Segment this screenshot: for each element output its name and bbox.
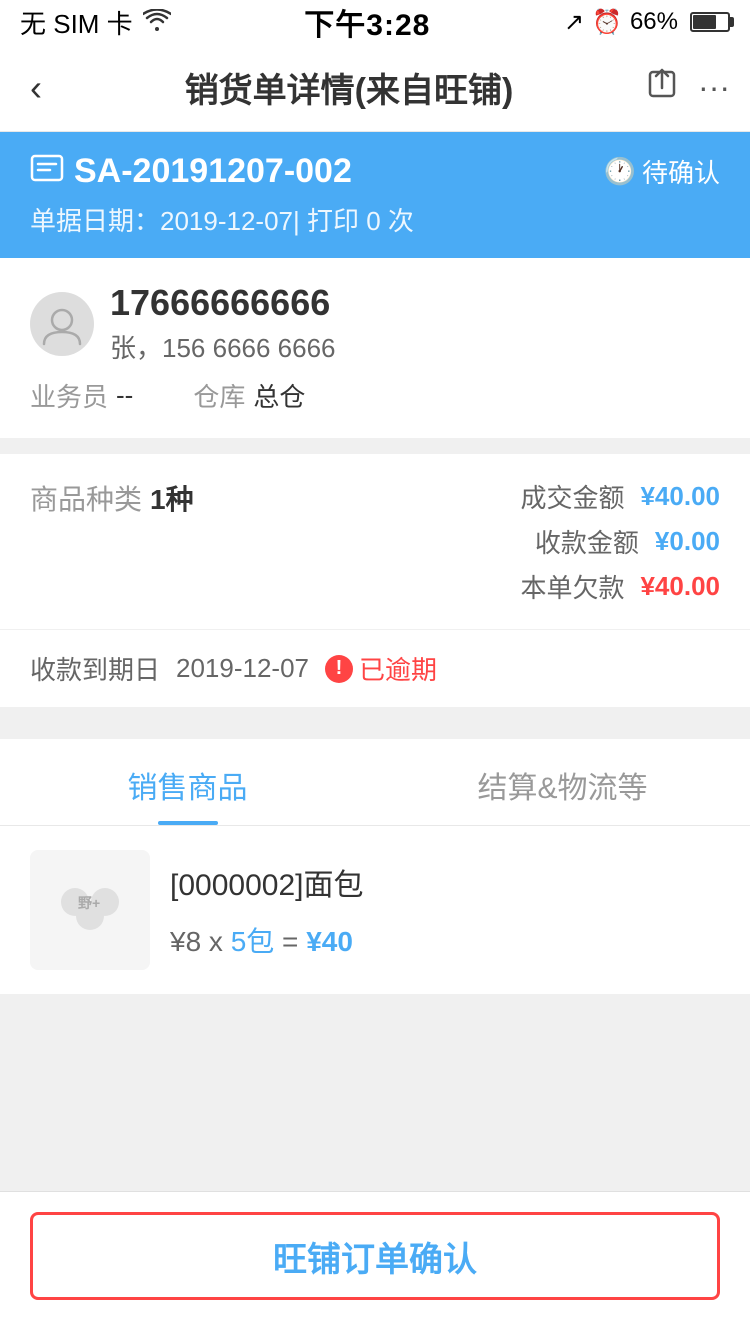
due-date-value: 2019-12-07	[176, 653, 309, 684]
customer-section: 17666666666 张，156 6666 6666 业务员 -- 仓库 总仓	[0, 258, 750, 438]
share-icon[interactable]	[646, 68, 678, 108]
back-button[interactable]: ‹	[20, 57, 52, 119]
overdue-text: 已逾期	[359, 650, 437, 687]
overdue-warning-icon: !	[325, 655, 353, 683]
battery-percent: 66%	[630, 8, 678, 36]
product-type: 商品种类 1种	[30, 478, 194, 518]
product-info: [0000002]面包 ¥8 x 5包 = ¥40	[170, 860, 720, 960]
order-status: 🕐 待确认	[604, 153, 720, 190]
tab-sales-products[interactable]: 销售商品	[0, 739, 375, 825]
divider-1	[0, 438, 750, 454]
bottom-spacer	[0, 994, 750, 1194]
price-per-unit: ¥8 x	[170, 926, 231, 957]
summary-section: 商品种类 1种 成交金额 ¥40.00 收款金额 ¥0.00 本单欠款 ¥40.…	[0, 454, 750, 629]
owed-amount-value: ¥40.00	[640, 571, 720, 602]
receive-amount-value: ¥0.00	[655, 526, 720, 557]
alarm-icon: ⏰	[592, 8, 622, 37]
order-id: SA-20191207-002	[30, 152, 352, 191]
order-date: 单据日期：2019-12-07| 打印 0 次	[30, 201, 720, 238]
divider-2	[0, 707, 750, 723]
overdue-badge: ! 已逾期	[325, 650, 437, 687]
amount-summary: 成交金额 ¥40.00 收款金额 ¥0.00 本单欠款 ¥40.00	[520, 478, 720, 605]
salesperson-label: 业务员	[30, 377, 108, 414]
due-date-section: 收款到期日 2019-12-07 ! 已逾期	[0, 629, 750, 707]
deal-amount-label: 成交金额	[520, 478, 624, 515]
wifi-icon	[143, 7, 171, 38]
salesperson-value: --	[116, 380, 133, 411]
product-thumbnail: 野+	[30, 850, 150, 970]
confirm-order-button[interactable]: 旺铺订单确认	[30, 1212, 720, 1300]
warehouse-label: 仓库	[193, 377, 245, 414]
product-list: 野+ [0000002]面包 ¥8 x 5包 = ¥40	[0, 826, 750, 994]
receive-amount-label: 收款金额	[535, 523, 639, 560]
tab-settlement[interactable]: 结算&物流等	[375, 739, 750, 825]
page-title: 销货单详情(来自旺铺)	[52, 63, 646, 112]
warehouse-value: 总仓	[253, 377, 305, 414]
status-left: 无 SIM 卡	[20, 4, 171, 41]
carrier-label: 无 SIM 卡	[20, 4, 133, 41]
product-item: 野+ [0000002]面包 ¥8 x 5包 = ¥40	[20, 826, 730, 994]
price-total: ¥40	[306, 926, 353, 957]
svg-text:野+: 野+	[78, 895, 100, 911]
customer-phone: 17666666666	[110, 282, 336, 324]
nav-actions: ···	[646, 68, 730, 108]
order-header: SA-20191207-002 🕐 待确认 单据日期：2019-12-07| 打…	[0, 132, 750, 258]
more-icon[interactable]: ···	[698, 69, 730, 106]
quantity: 5包	[231, 926, 275, 957]
order-id-icon	[30, 152, 64, 191]
owed-amount-label: 本单欠款	[520, 568, 624, 605]
status-bar: 无 SIM 卡 下午3:28 ↗ ⏰ 66%	[0, 0, 750, 44]
product-name: [0000002]面包	[170, 860, 720, 904]
nav-bar: ‹ 销货单详情(来自旺铺) ···	[0, 44, 750, 132]
product-price-row: ¥8 x 5包 = ¥40	[170, 920, 720, 960]
status-time: 下午3:28	[304, 0, 430, 44]
status-right: ↗ ⏰ 66%	[564, 8, 730, 37]
battery-icon	[690, 12, 730, 32]
deal-amount-value: ¥40.00	[640, 481, 720, 512]
bottom-bar: 旺铺订单确认	[0, 1191, 750, 1334]
customer-meta: 业务员 -- 仓库 总仓	[30, 377, 720, 414]
due-date-label: 收款到期日	[30, 650, 160, 687]
customer-avatar	[30, 292, 94, 356]
customer-name: 张，156 6666 6666	[110, 328, 336, 365]
location-icon: ↗	[564, 8, 584, 37]
tabs-bar: 销售商品 结算&物流等	[0, 739, 750, 826]
status-clock-icon: 🕐	[604, 156, 636, 187]
